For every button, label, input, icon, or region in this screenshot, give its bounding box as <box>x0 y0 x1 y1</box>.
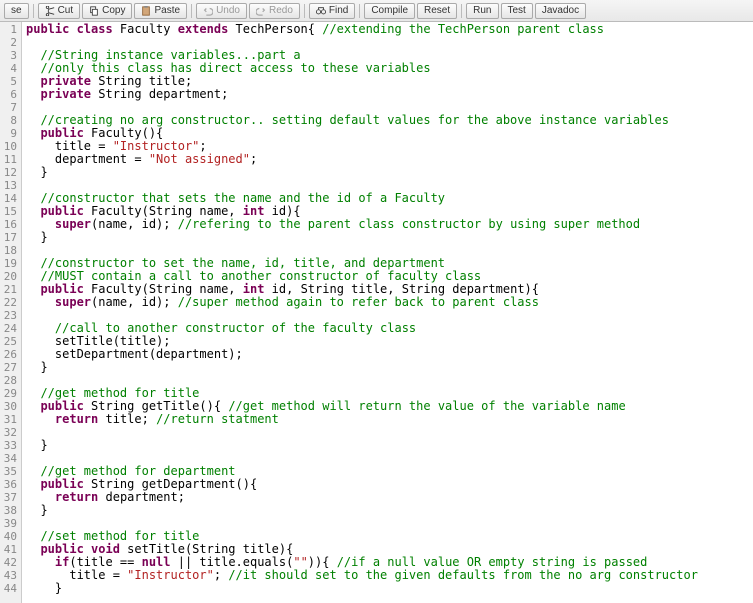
redo-icon <box>256 6 266 16</box>
line-number: 20 <box>2 270 17 283</box>
line-number: 38 <box>2 504 17 517</box>
line-number: 42 <box>2 556 17 569</box>
scissors-icon <box>45 6 55 16</box>
code-line[interactable]: return title; //return statment <box>26 413 749 426</box>
code-line[interactable]: } <box>26 504 749 517</box>
line-number: 17 <box>2 231 17 244</box>
line-number: 35 <box>2 465 17 478</box>
line-number: 7 <box>2 101 17 114</box>
code-line[interactable]: } <box>26 361 749 374</box>
line-number: 14 <box>2 192 17 205</box>
paste-label: Paste <box>154 5 180 16</box>
code-line[interactable]: } <box>26 582 749 595</box>
compile-button[interactable]: Compile <box>364 3 415 19</box>
code-line[interactable]: setDepartment(department); <box>26 348 749 361</box>
code-line[interactable]: return department; <box>26 491 749 504</box>
line-number: 32 <box>2 426 17 439</box>
line-number: 13 <box>2 179 17 192</box>
line-number: 12 <box>2 166 17 179</box>
line-number: 28 <box>2 374 17 387</box>
copy-icon <box>89 6 99 16</box>
line-number: 4 <box>2 62 17 75</box>
separator <box>359 4 360 18</box>
line-number-gutter: 1234567891011121314151617181920212223242… <box>0 22 22 603</box>
line-number: 24 <box>2 322 17 335</box>
line-number: 29 <box>2 387 17 400</box>
code-line[interactable]: title = "Instructor"; //it should set to… <box>26 569 749 582</box>
line-number: 44 <box>2 582 17 595</box>
separator <box>33 4 34 18</box>
run-button[interactable]: Run <box>466 3 498 19</box>
binoculars-icon <box>316 6 326 16</box>
line-number: 40 <box>2 530 17 543</box>
line-number: 10 <box>2 140 17 153</box>
line-number: 5 <box>2 75 17 88</box>
separator <box>461 4 462 18</box>
line-number: 1 <box>2 23 17 36</box>
line-number: 3 <box>2 49 17 62</box>
line-number: 11 <box>2 153 17 166</box>
line-number: 37 <box>2 491 17 504</box>
undo-label: Undo <box>216 5 240 16</box>
code-line[interactable]: } <box>26 166 749 179</box>
redo-label: Redo <box>269 5 293 16</box>
line-number: 19 <box>2 257 17 270</box>
line-number: 39 <box>2 517 17 530</box>
toolbar: se Cut Copy Paste Undo Redo Find Compile… <box>0 0 753 22</box>
code-line[interactable]: department = "Not assigned"; <box>26 153 749 166</box>
line-number: 34 <box>2 452 17 465</box>
paste-button[interactable]: Paste <box>134 3 187 19</box>
undo-icon <box>203 6 213 16</box>
line-number: 26 <box>2 348 17 361</box>
line-number: 15 <box>2 205 17 218</box>
line-number: 41 <box>2 543 17 556</box>
code-line[interactable]: super(name, id); //refering to the paren… <box>26 218 749 231</box>
line-number: 36 <box>2 478 17 491</box>
code-line[interactable]: } <box>26 439 749 452</box>
line-number: 33 <box>2 439 17 452</box>
code-line[interactable]: super(name, id); //super method again to… <box>26 296 749 309</box>
line-number: 25 <box>2 335 17 348</box>
separator <box>191 4 192 18</box>
line-number: 16 <box>2 218 17 231</box>
find-label: Find <box>329 5 348 16</box>
redo-button[interactable]: Redo <box>249 3 300 19</box>
line-number: 23 <box>2 309 17 322</box>
close-button[interactable]: se <box>4 3 29 19</box>
reset-button[interactable]: Reset <box>417 3 457 19</box>
line-number: 9 <box>2 127 17 140</box>
copy-button[interactable]: Copy <box>82 3 132 19</box>
cut-label: Cut <box>58 5 74 16</box>
line-number: 18 <box>2 244 17 257</box>
code-line[interactable]: private String department; <box>26 88 749 101</box>
separator <box>304 4 305 18</box>
code-line[interactable]: } <box>26 231 749 244</box>
code-line[interactable]: public class Faculty extends TechPerson{… <box>26 23 749 36</box>
copy-label: Copy <box>102 5 125 16</box>
line-number: 31 <box>2 413 17 426</box>
line-number: 43 <box>2 569 17 582</box>
line-number: 2 <box>2 36 17 49</box>
test-button[interactable]: Test <box>501 3 533 19</box>
cut-button[interactable]: Cut <box>38 3 81 19</box>
code-area[interactable]: public class Faculty extends TechPerson{… <box>22 22 753 603</box>
code-editor[interactable]: 1234567891011121314151617181920212223242… <box>0 22 753 603</box>
line-number: 22 <box>2 296 17 309</box>
code-line[interactable] <box>26 426 749 439</box>
clipboard-icon <box>141 6 151 16</box>
line-number: 6 <box>2 88 17 101</box>
line-number: 27 <box>2 361 17 374</box>
line-number: 8 <box>2 114 17 127</box>
line-number: 21 <box>2 283 17 296</box>
line-number: 30 <box>2 400 17 413</box>
undo-button[interactable]: Undo <box>196 3 247 19</box>
javadoc-button[interactable]: Javadoc <box>535 3 586 19</box>
find-button[interactable]: Find <box>309 3 355 19</box>
